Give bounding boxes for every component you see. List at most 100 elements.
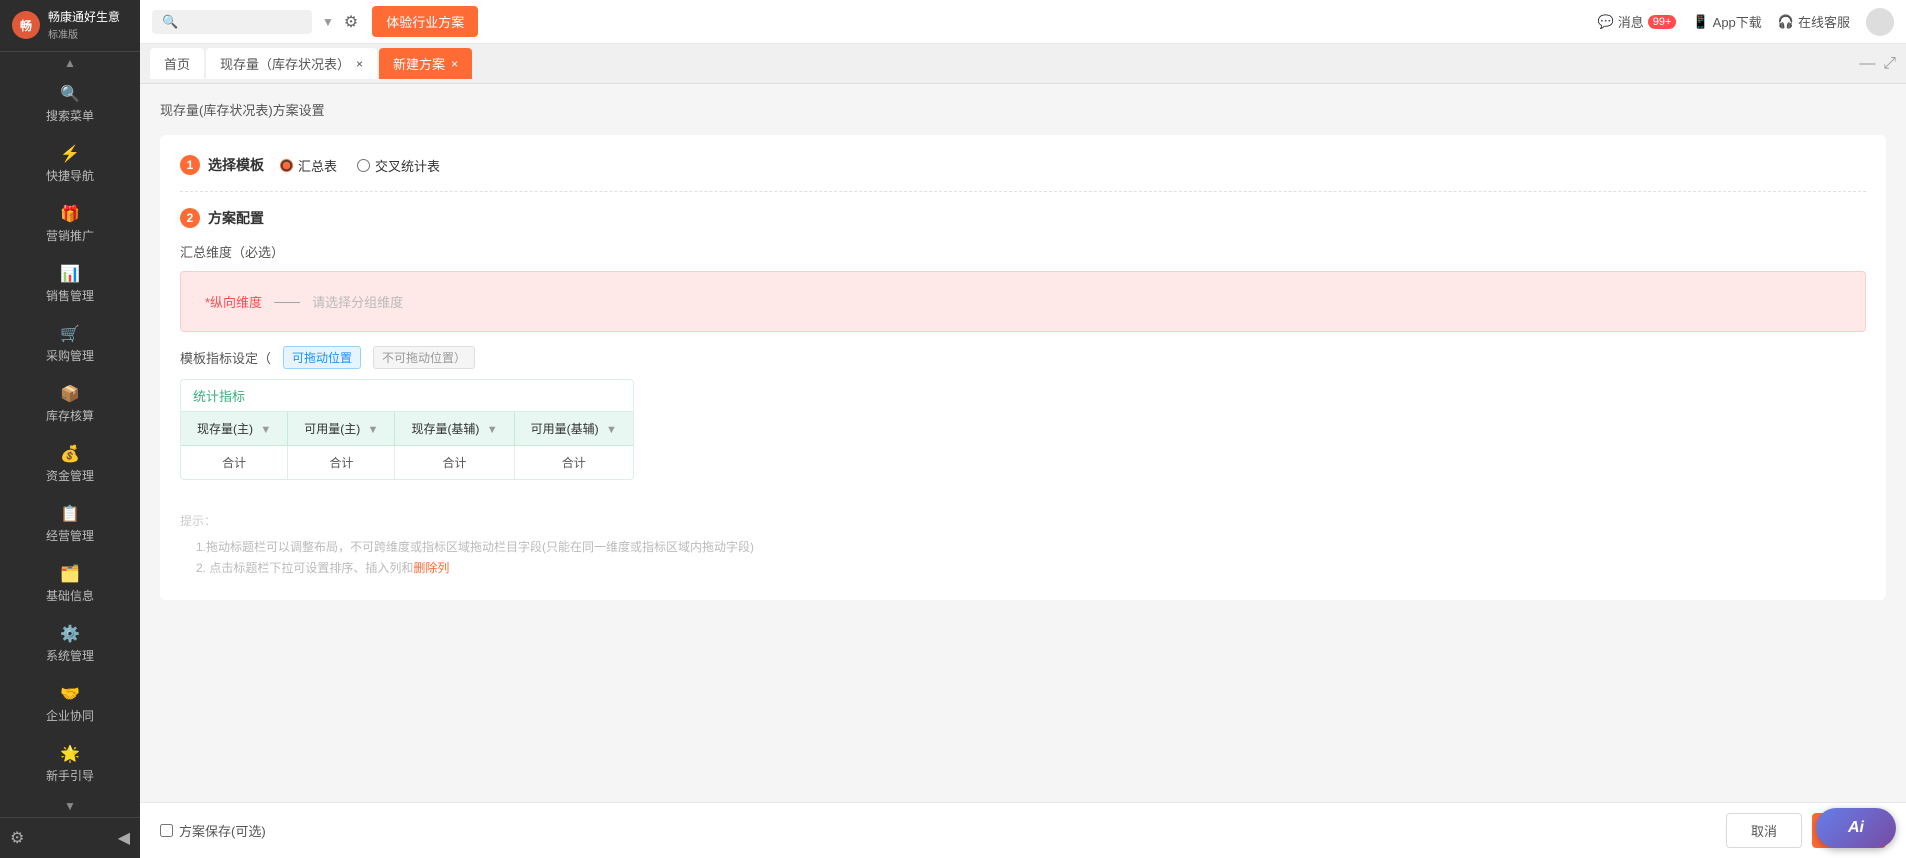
inventory-icon: 📦 bbox=[60, 384, 80, 404]
col-main-current[interactable]: 现存量(主) ▼ bbox=[181, 412, 288, 446]
dimension-label: 汇总维度（必选） bbox=[180, 242, 1866, 261]
col-aux-available[interactable]: 可用量(基辅) ▼ bbox=[514, 412, 633, 446]
indicator-settings-label: 模板指标设定（ bbox=[180, 348, 271, 367]
logo-edition: 标准版 bbox=[48, 26, 120, 41]
sidebar-item-label: 库存核算 bbox=[46, 407, 94, 424]
sidebar-item-label: 新手引导 bbox=[46, 767, 94, 784]
stats-section: 统计指标 现存量(主) ▼ 可用量(主) ▼ bbox=[180, 379, 634, 480]
radio-crosstab[interactable]: 交叉统计表 bbox=[357, 156, 440, 175]
col-aux-current[interactable]: 现存量(基辅) ▼ bbox=[395, 412, 514, 446]
chevron-down-icon: ▼ bbox=[260, 424, 271, 436]
sidebar-scroll-up[interactable]: ▲ bbox=[0, 52, 140, 74]
stats-title: 统计指标 bbox=[181, 380, 633, 412]
app-download-item[interactable]: 📱 App下载 bbox=[1692, 12, 1761, 31]
section2-header: 2 方案配置 bbox=[180, 208, 1866, 228]
dim-placeholder[interactable]: 请选择分组维度 bbox=[312, 292, 403, 311]
tab-inventory-status[interactable]: 现存量（库存状况表） × bbox=[206, 48, 377, 79]
cell-aux-current-subtotal: 合计 bbox=[395, 446, 514, 480]
save-checkbox[interactable] bbox=[160, 824, 173, 837]
experience-button[interactable]: 体验行业方案 bbox=[372, 6, 478, 37]
topbar: 🔍 ▼ ⚙ 体验行业方案 💬 消息 99+ 📱 App下载 🎧 在线客服 bbox=[140, 0, 1906, 44]
stats-table: 现存量(主) ▼ 可用量(主) ▼ 现存量(基辅) ▼ bbox=[181, 412, 633, 479]
sidebar-item-marketing[interactable]: 🎁 营销推广 bbox=[0, 194, 140, 254]
sidebar-item-guide[interactable]: 🌟 新手引导 bbox=[0, 734, 140, 794]
topbar-gear-icon[interactable]: ⚙ bbox=[344, 12, 358, 32]
hint-highlight-delete: 删除列 bbox=[413, 561, 449, 575]
online-service-item[interactable]: 🎧 在线客服 bbox=[1778, 12, 1850, 31]
sidebar-item-system[interactable]: ⚙️ 系统管理 bbox=[0, 614, 140, 674]
save-label: 方案保存(可选) bbox=[179, 821, 266, 840]
guide-icon: 🌟 bbox=[60, 744, 80, 764]
sidebar-item-basic[interactable]: 🗂️ 基础信息 bbox=[0, 554, 140, 614]
non-draggable-badge: 不可拖动位置） bbox=[373, 346, 475, 369]
sidebar-item-label: 销售管理 bbox=[46, 287, 94, 304]
messages-badge: 99+ bbox=[1648, 15, 1677, 29]
sidebar-item-sales[interactable]: 📊 销售管理 bbox=[0, 254, 140, 314]
content-area: 现存量(库存状况表)方案设置 1 选择模板 汇总表 交叉统计表 bbox=[140, 84, 1906, 802]
tab-new-scheme-close-icon[interactable]: × bbox=[451, 57, 458, 71]
sidebar-item-shortcuts[interactable]: ⚡ 快捷导航 bbox=[0, 134, 140, 194]
ai-label: Ai bbox=[1848, 819, 1864, 837]
radio-crosstab-label: 交叉统计表 bbox=[375, 156, 440, 175]
radio-crosstab-input[interactable] bbox=[357, 159, 370, 172]
sidebar-scroll-down[interactable]: ▼ bbox=[0, 795, 140, 817]
sidebar-item-purchase[interactable]: 🛒 采购管理 bbox=[0, 314, 140, 374]
ai-bubble[interactable]: Ai bbox=[1816, 808, 1896, 848]
app-icon: 📱 bbox=[1692, 14, 1708, 30]
online-service-label: 在线客服 bbox=[1798, 12, 1850, 31]
logo-text-block: 畅康通好生意 标准版 bbox=[48, 10, 120, 41]
tab-new-scheme[interactable]: 新建方案 × bbox=[379, 48, 472, 79]
settings-icon[interactable]: ⚙ bbox=[10, 828, 24, 848]
content-footer: 方案保存(可选) 取消 查询 bbox=[140, 802, 1906, 858]
hint-title: 提示： bbox=[180, 511, 1866, 533]
search-input[interactable] bbox=[184, 15, 302, 29]
sidebar-item-label: 企业协同 bbox=[46, 707, 94, 724]
page-title: 现存量(库存状况表)方案设置 bbox=[160, 100, 1886, 119]
section1-header: 1 选择模板 汇总表 交叉统计表 bbox=[180, 155, 1866, 175]
search-chevron-icon[interactable]: ▼ bbox=[322, 15, 334, 29]
search-icon: 🔍 bbox=[60, 84, 80, 104]
shortcuts-icon: ⚡ bbox=[60, 144, 80, 164]
main-container: 🔍 ▼ ⚙ 体验行业方案 💬 消息 99+ 📱 App下载 🎧 在线客服 bbox=[140, 0, 1906, 858]
collapse-icon[interactable]: ◀ bbox=[118, 828, 130, 848]
template-radio-group: 汇总表 交叉统计表 bbox=[280, 156, 440, 175]
section2-title: 方案配置 bbox=[208, 208, 264, 228]
search-icon: 🔍 bbox=[162, 14, 178, 30]
topbar-search-box[interactable]: 🔍 bbox=[152, 10, 312, 34]
user-avatar[interactable] bbox=[1866, 8, 1894, 36]
radio-summary-input[interactable] bbox=[280, 159, 293, 172]
cancel-button[interactable]: 取消 bbox=[1726, 813, 1802, 848]
dim-dash: —— bbox=[274, 294, 300, 309]
tab-home[interactable]: 首页 bbox=[150, 48, 204, 79]
sidebar: 畅 畅康通好生意 标准版 ▲ 🔍 搜索菜单 ⚡ 快捷导航 🎁 营销推广 📊 销售… bbox=[0, 0, 140, 858]
sidebar-item-finance[interactable]: 💰 资金管理 bbox=[0, 434, 140, 494]
sidebar-item-label: 基础信息 bbox=[46, 587, 94, 604]
sales-icon: 📊 bbox=[60, 264, 80, 284]
indicator-settings: 模板指标设定（ 可拖动位置 不可拖动位置） 统计指标 现存量(主) ▼ bbox=[180, 346, 1866, 495]
messages-label: 消息 bbox=[1618, 12, 1644, 31]
messages-item[interactable]: 💬 消息 99+ bbox=[1598, 12, 1677, 31]
sidebar-item-label: 资金管理 bbox=[46, 467, 94, 484]
sidebar-item-inventory[interactable]: 📦 库存核算 bbox=[0, 374, 140, 434]
sidebar-nav: 🔍 搜索菜单 ⚡ 快捷导航 🎁 营销推广 📊 销售管理 🛒 采购管理 📦 库存核… bbox=[0, 74, 140, 795]
logo-app-name: 畅康通好生意 bbox=[48, 10, 120, 26]
dimension-row: *纵向维度 —— 请选择分组维度 bbox=[180, 271, 1866, 332]
section2: 2 方案配置 汇总维度（必选） *纵向维度 —— 请选择分组维度 模板指标设定（… bbox=[180, 208, 1866, 580]
tab-home-label: 首页 bbox=[164, 54, 190, 73]
cell-aux-available-subtotal: 合计 bbox=[514, 446, 633, 480]
purchase-icon: 🛒 bbox=[60, 324, 80, 344]
save-checkbox-label[interactable]: 方案保存(可选) bbox=[160, 821, 266, 840]
chevron-down-icon: ▼ bbox=[368, 424, 379, 436]
sidebar-item-enterprise[interactable]: 🤝 企业协同 bbox=[0, 674, 140, 734]
sidebar-item-search[interactable]: 🔍 搜索菜单 bbox=[0, 74, 140, 134]
sidebar-item-management[interactable]: 📋 经营管理 bbox=[0, 494, 140, 554]
col-main-available[interactable]: 可用量(主) ▼ bbox=[288, 412, 395, 446]
hint-item-2: 2. 点击标题栏下拉可设置排序、插入列和删除列 bbox=[180, 558, 1866, 580]
tab-minimize-icon[interactable]: — bbox=[1859, 55, 1875, 73]
tab-expand-icon[interactable]: ⤢ bbox=[1883, 55, 1896, 73]
main-card: 1 选择模板 汇总表 交叉统计表 2 方案 bbox=[160, 135, 1886, 600]
dim-field-label: *纵向维度 bbox=[205, 292, 262, 311]
sidebar-bottom: ⚙ ◀ bbox=[0, 817, 140, 858]
tab-inventory-close-icon[interactable]: × bbox=[356, 57, 363, 71]
radio-summary[interactable]: 汇总表 bbox=[280, 156, 337, 175]
